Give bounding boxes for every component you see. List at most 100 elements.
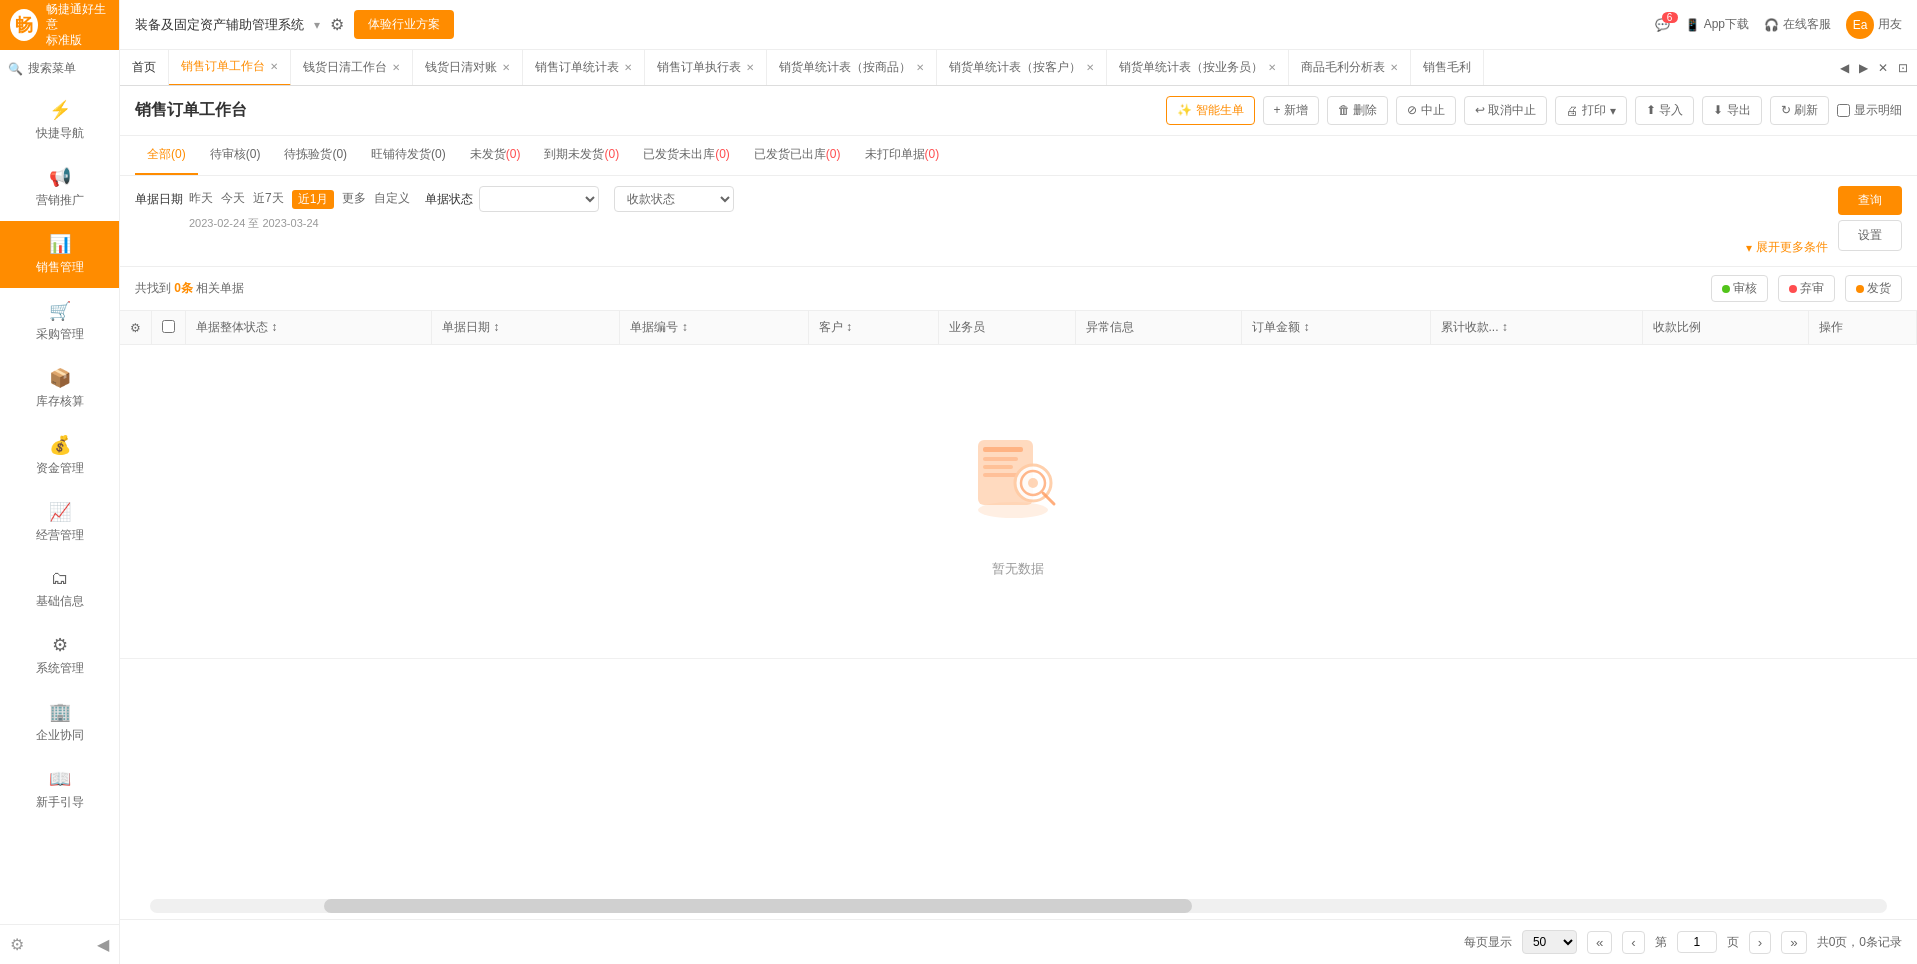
tab-maximize[interactable]: ⊡ — [1894, 59, 1912, 77]
tab-sales-order[interactable]: 销售订单工作台 ✕ — [169, 50, 291, 86]
topbar-dropdown-arrow[interactable]: ▾ — [314, 18, 320, 32]
payment-status-select[interactable]: 收款状态 — [614, 186, 734, 212]
sidebar-item-marketing[interactable]: 📢 营销推广 — [0, 154, 119, 221]
sidebar-item-purchase[interactable]: 🛒 采购管理 — [0, 288, 119, 355]
tab-cash-daily[interactable]: 钱货日清工作台 ✕ — [291, 50, 413, 86]
subtab-wangpu-ship[interactable]: 旺铺待发货(0) — [359, 136, 458, 175]
review-action-button[interactable]: 审核 — [1711, 275, 1768, 302]
status-select[interactable] — [479, 186, 599, 212]
date-1month[interactable]: 近1月 — [292, 190, 335, 209]
solution-button[interactable]: 体验行业方案 — [354, 10, 454, 39]
query-button[interactable]: 查询 — [1838, 186, 1902, 215]
filter-row-1: 单据日期 昨天 今天 近7天 近1月 更多 自定义 单据状态 — [135, 186, 1828, 212]
cancel-review-action-button[interactable]: 弃审 — [1778, 275, 1835, 302]
online-service-item[interactable]: 🎧 在线客服 — [1764, 16, 1831, 33]
subtab-shipped-not-warehoused[interactable]: 已发货未出库(0) — [631, 136, 742, 175]
cancel-stop-button[interactable]: ↩ 取消中止 — [1464, 96, 1547, 125]
collapse-icon[interactable]: ◀ — [97, 935, 109, 954]
tab-scroll-left[interactable]: ◀ — [1836, 59, 1853, 77]
current-page-input[interactable]: 1 — [1677, 931, 1717, 953]
sidebar-item-guide[interactable]: 📖 新手引导 — [0, 756, 119, 823]
col-status[interactable]: 单据整体状态 ↕ — [186, 311, 432, 345]
svg-rect-2 — [983, 447, 1023, 452]
delete-button[interactable]: 🗑 删除 — [1327, 96, 1388, 125]
smart-generate-button[interactable]: ✨ 智能生单 — [1166, 96, 1254, 125]
tab-sales-exec[interactable]: 销售订单执行表 ✕ — [645, 50, 767, 86]
tab-sales-stat-product[interactable]: 销货单统计表（按商品） ✕ — [767, 50, 937, 86]
subtab-pending-review[interactable]: 待审核(0) — [198, 136, 273, 175]
sidebar-search[interactable]: 🔍 搜索菜单 — [0, 50, 119, 87]
date-today[interactable]: 今天 — [221, 190, 245, 209]
col-collected[interactable]: 累计收款... ↕ — [1430, 311, 1642, 345]
sidebar-item-system[interactable]: ⚙ 系统管理 — [0, 622, 119, 689]
refresh-button[interactable]: ↻ 刷新 — [1770, 96, 1829, 125]
subtab-all[interactable]: 全部(0) — [135, 136, 198, 175]
tab-sales-stat[interactable]: 销售订单统计表 ✕ — [523, 50, 645, 86]
date-yesterday[interactable]: 昨天 — [189, 190, 213, 209]
filter-setting-button[interactable]: 设置 — [1838, 220, 1902, 251]
tab-sales-stat-customer[interactable]: 销货单统计表（按客户） ✕ — [937, 50, 1107, 86]
col-amount[interactable]: 订单金额 ↕ — [1242, 311, 1430, 345]
close-cash-reconcile-tab[interactable]: ✕ — [502, 62, 510, 73]
tab-cash-reconcile[interactable]: 钱货日清对账 ✕ — [413, 50, 523, 86]
message-icon-item[interactable]: 💬 6 — [1655, 18, 1670, 32]
table-header-row: ⚙ 单据整体状态 ↕ 单据日期 ↕ 单据编号 ↕ — [120, 311, 1917, 345]
tab-sales-stat-staff[interactable]: 销货单统计表（按业务员） ✕ — [1107, 50, 1289, 86]
expand-filter-button[interactable]: ▾ 展开更多条件 — [1746, 239, 1828, 256]
sidebar-item-finance[interactable]: 💰 资金管理 — [0, 422, 119, 489]
close-margin-analysis-tab[interactable]: ✕ — [1390, 62, 1398, 73]
import-button[interactable]: ⬆ 导入 — [1635, 96, 1694, 125]
subtab-overdue-not-shipped[interactable]: 到期未发货(0) — [532, 136, 631, 175]
close-sales-exec-tab[interactable]: ✕ — [746, 62, 754, 73]
tab-margin-analysis[interactable]: 商品毛利分析表 ✕ — [1289, 50, 1411, 86]
sidebar-item-sales[interactable]: 📊 销售管理 — [0, 221, 119, 288]
export-button[interactable]: ⬇ 导出 — [1702, 96, 1761, 125]
close-cash-daily-tab[interactable]: ✕ — [392, 62, 400, 73]
sidebar-item-corp[interactable]: 🏢 企业协同 — [0, 689, 119, 756]
ship-action-button[interactable]: 发货 — [1845, 275, 1902, 302]
sidebar-item-inventory[interactable]: 📦 库存核算 — [0, 355, 119, 422]
next-page-button[interactable]: › — [1749, 931, 1771, 954]
close-sales-stat-tab[interactable]: ✕ — [624, 62, 632, 73]
subtab-shipped-warehoused[interactable]: 已发货已出库(0) — [742, 136, 853, 175]
page-size-select[interactable]: 50 10 20 100 — [1522, 930, 1577, 954]
print-button[interactable]: 🖨 打印 ▾ — [1555, 96, 1627, 125]
close-sales-stat-customer-tab[interactable]: ✕ — [1086, 62, 1094, 73]
subtab-not-shipped[interactable]: 未发货(0) — [458, 136, 533, 175]
select-all-checkbox[interactable] — [162, 320, 175, 333]
last-page-button[interactable]: » — [1781, 931, 1806, 954]
date-more[interactable]: 更多 — [342, 190, 366, 209]
close-sales-order-tab[interactable]: ✕ — [270, 61, 278, 72]
prev-page-button[interactable]: ‹ — [1622, 931, 1644, 954]
subtab-not-printed[interactable]: 未打印单据(0) — [853, 136, 952, 175]
date-7days[interactable]: 近7天 — [253, 190, 284, 209]
print-dropdown[interactable]: ▾ — [1610, 104, 1616, 118]
tab-home[interactable]: 首页 — [120, 50, 169, 86]
settings-icon[interactable]: ⚙ — [10, 935, 24, 954]
first-page-button[interactable]: « — [1587, 931, 1612, 954]
show-detail-label[interactable]: 显示明细 — [1837, 102, 1902, 119]
col-settings[interactable]: ⚙ — [120, 311, 152, 345]
stop-button[interactable]: ⊘ 中止 — [1396, 96, 1455, 125]
date-custom[interactable]: 自定义 — [374, 190, 410, 209]
settings-gear-icon[interactable]: ⚙ — [330, 15, 344, 34]
app-download-item[interactable]: 📱 App下载 — [1685, 16, 1749, 33]
col-date[interactable]: 单据日期 ↕ — [432, 311, 620, 345]
sidebar-item-basic[interactable]: 🗂 基础信息 — [0, 556, 119, 622]
add-button[interactable]: + 新增 — [1263, 96, 1319, 125]
col-number[interactable]: 单据编号 ↕ — [620, 311, 808, 345]
user-item[interactable]: Ea 用友 — [1846, 11, 1902, 39]
sidebar-item-operation[interactable]: 📈 经营管理 — [0, 489, 119, 556]
col-checkbox[interactable] — [152, 311, 186, 345]
show-detail-checkbox[interactable] — [1837, 104, 1850, 117]
margin-analysis-tab-label: 商品毛利分析表 — [1301, 59, 1385, 76]
sidebar-item-quick-nav[interactable]: ⚡ 快捷导航 — [0, 87, 119, 154]
tab-sales-profit[interactable]: 销售毛利 — [1411, 50, 1484, 86]
tab-scroll-right[interactable]: ▶ — [1855, 59, 1872, 77]
close-sales-stat-staff-tab[interactable]: ✕ — [1268, 62, 1276, 73]
subtab-pending-check[interactable]: 待拣验货(0) — [272, 136, 359, 175]
horizontal-scrollbar[interactable] — [120, 893, 1917, 919]
tab-close-all[interactable]: ✕ — [1874, 59, 1892, 77]
close-sales-stat-product-tab[interactable]: ✕ — [916, 62, 924, 73]
col-customer[interactable]: 客户 ↕ — [808, 311, 939, 345]
